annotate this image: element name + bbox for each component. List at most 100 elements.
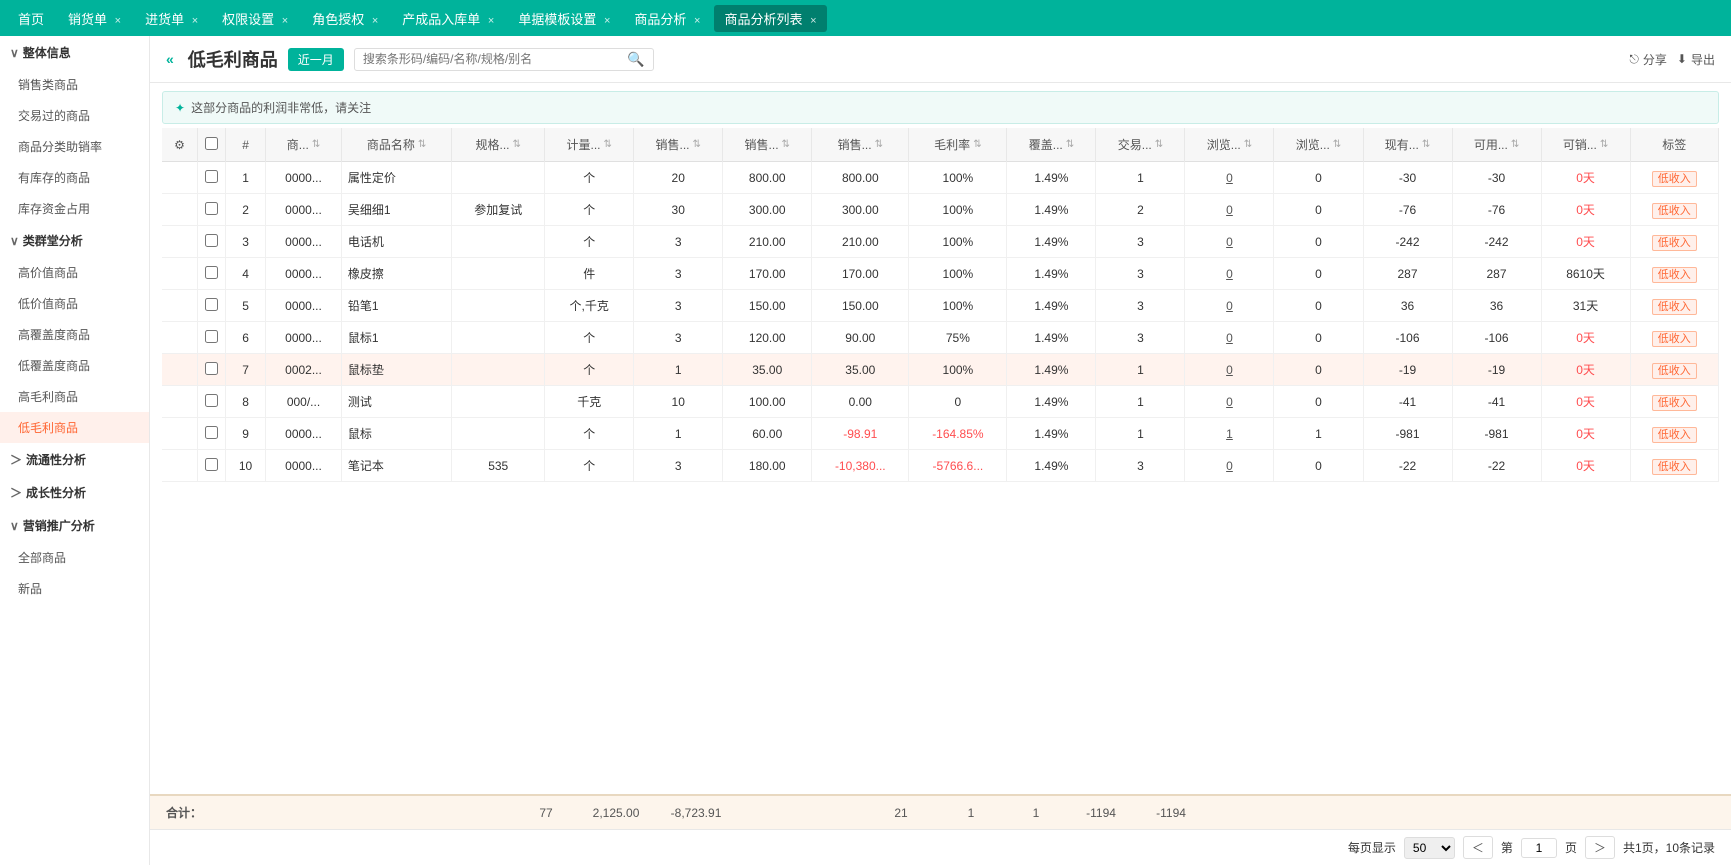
th-name[interactable]: 商品名称 ⇅	[341, 128, 451, 162]
nav-role-auth[interactable]: 角色授权 ×	[302, 5, 388, 32]
td-browse2: 0	[1274, 450, 1363, 482]
filter-recent-month-button[interactable]: 近一月	[288, 48, 344, 71]
td-gross-margin: -5766.6...	[909, 450, 1007, 482]
close-icon[interactable]: ×	[115, 15, 121, 27]
td-browse1[interactable]: 0	[1185, 322, 1274, 354]
td-checkbox[interactable]	[197, 418, 225, 450]
close-icon[interactable]: ×	[372, 15, 378, 27]
sidebar-item-high-coverage[interactable]: 高覆盖度商品	[0, 319, 149, 350]
sidebar-item-sales-products[interactable]: 销售类商品	[0, 69, 149, 100]
table-row: 6 0000... 鼠标1 个 3 120.00 90.00 75% 1.49%…	[162, 322, 1719, 354]
th-sales-price[interactable]: 销售... ⇅	[723, 128, 812, 162]
td-browse1[interactable]: 0	[1185, 258, 1274, 290]
prev-page-button[interactable]: ＜	[1463, 836, 1493, 859]
sidebar-item-traded-products[interactable]: 交易过的商品	[0, 100, 149, 131]
sidebar-item-all-products[interactable]: 全部商品	[0, 542, 149, 573]
sidebar-item-low-margin[interactable]: 低毛利商品	[0, 412, 149, 443]
nav-product-in[interactable]: 产成品入库单 ×	[392, 5, 504, 32]
th-spec[interactable]: 规格... ⇅	[452, 128, 545, 162]
select-all-checkbox[interactable]	[205, 137, 218, 150]
row-checkbox[interactable]	[205, 266, 218, 279]
td-browse1[interactable]: 0	[1185, 290, 1274, 322]
sidebar-item-category-rate[interactable]: 商品分类助销率	[0, 131, 149, 162]
td-browse1[interactable]: 0	[1185, 162, 1274, 194]
sidebar-item-high-value[interactable]: 高价值商品	[0, 257, 149, 288]
close-icon[interactable]: ×	[810, 15, 816, 27]
row-checkbox[interactable]	[205, 202, 218, 215]
notice-bar: ✦ 这部分商品的利润非常低，请关注	[162, 91, 1719, 124]
td-browse1[interactable]: 0	[1185, 450, 1274, 482]
th-current-stock[interactable]: 现有... ⇅	[1363, 128, 1452, 162]
td-browse1[interactable]: 0	[1185, 194, 1274, 226]
td-current-stock: -76	[1363, 194, 1452, 226]
th-no: #	[225, 128, 265, 162]
td-checkbox[interactable]	[197, 322, 225, 354]
th-sales-count[interactable]: 销售... ⇅	[634, 128, 723, 162]
td-checkbox[interactable]	[197, 258, 225, 290]
sidebar-group-marketing[interactable]: ∨ 营销推广分析	[0, 509, 149, 542]
td-checkbox[interactable]	[197, 386, 225, 418]
row-checkbox[interactable]	[205, 170, 218, 183]
export-button[interactable]: ⬇ 导出	[1677, 51, 1715, 68]
td-browse2: 0	[1274, 258, 1363, 290]
sidebar-item-stocked-products[interactable]: 有库存的商品	[0, 162, 149, 193]
close-icon[interactable]: ×	[694, 15, 700, 27]
th-settings[interactable]: ⚙	[162, 128, 197, 162]
nav-product-analysis[interactable]: 商品分析 ×	[624, 5, 710, 32]
nav-sales-order[interactable]: 销货单 ×	[58, 5, 131, 32]
row-checkbox[interactable]	[205, 394, 218, 407]
sidebar-group-cluster[interactable]: ∨ 类群堂分析	[0, 224, 149, 257]
close-icon[interactable]: ×	[488, 15, 494, 27]
arrow-icon: ∨	[10, 519, 19, 533]
sidebar-item-inventory-capital[interactable]: 库存资金占用	[0, 193, 149, 224]
collapse-button[interactable]: «	[166, 51, 174, 67]
row-checkbox[interactable]	[205, 330, 218, 343]
td-checkbox[interactable]	[197, 290, 225, 322]
td-checkbox[interactable]	[197, 354, 225, 386]
sidebar-item-low-coverage[interactable]: 低覆盖度商品	[0, 350, 149, 381]
close-icon[interactable]: ×	[192, 15, 198, 27]
sidebar-item-new-products[interactable]: 新品	[0, 573, 149, 604]
td-checkbox[interactable]	[197, 162, 225, 194]
next-page-button[interactable]: ＞	[1585, 836, 1615, 859]
sidebar-group-overall[interactable]: ∨ 整体信息	[0, 36, 149, 69]
row-checkbox[interactable]	[205, 458, 218, 471]
th-code[interactable]: 商... ⇅	[266, 128, 342, 162]
per-page-select[interactable]: 50 20 100	[1404, 837, 1455, 859]
row-checkbox[interactable]	[205, 298, 218, 311]
sidebar-group-circulation[interactable]: ＞ 流通性分析	[0, 443, 149, 476]
td-checkbox[interactable]	[197, 194, 225, 226]
sidebar-item-low-value[interactable]: 低价值商品	[0, 288, 149, 319]
arrow-icon: ＞	[10, 484, 22, 501]
nav-purchase-order[interactable]: 进货单 ×	[135, 5, 208, 32]
td-browse1[interactable]: 0	[1185, 226, 1274, 258]
th-unit[interactable]: 计量... ⇅	[545, 128, 634, 162]
td-checkbox[interactable]	[197, 450, 225, 482]
nav-permission-settings[interactable]: 权限设置 ×	[212, 5, 298, 32]
td-browse1[interactable]: 1	[1185, 418, 1274, 450]
search-input[interactable]	[363, 52, 624, 66]
page-input[interactable]	[1521, 838, 1557, 858]
row-checkbox[interactable]	[205, 362, 218, 375]
th-sales-profit[interactable]: 销售... ⇅	[812, 128, 909, 162]
close-icon[interactable]: ×	[604, 15, 610, 27]
th-browse1[interactable]: 浏览... ⇅	[1185, 128, 1274, 162]
row-checkbox[interactable]	[205, 234, 218, 247]
close-icon[interactable]: ×	[282, 15, 288, 27]
share-button[interactable]: ⎋ 分享	[1629, 51, 1667, 68]
row-checkbox[interactable]	[205, 426, 218, 439]
nav-product-analysis-list[interactable]: 商品分析列表 ×	[714, 5, 826, 32]
th-browse2[interactable]: 浏览... ⇅	[1274, 128, 1363, 162]
nav-home[interactable]: 首页	[8, 5, 54, 32]
th-coverage[interactable]: 覆盖... ⇅	[1007, 128, 1096, 162]
th-gross-margin[interactable]: 毛利率 ⇅	[909, 128, 1007, 162]
nav-template-settings[interactable]: 单据模板设置 ×	[508, 5, 620, 32]
sidebar-group-growth[interactable]: ＞ 成长性分析	[0, 476, 149, 509]
td-browse1[interactable]: 0	[1185, 354, 1274, 386]
sidebar-item-high-margin[interactable]: 高毛利商品	[0, 381, 149, 412]
td-browse1[interactable]: 0	[1185, 386, 1274, 418]
th-available[interactable]: 可用... ⇅	[1452, 128, 1541, 162]
th-saleable[interactable]: 可销... ⇅	[1541, 128, 1630, 162]
td-checkbox[interactable]	[197, 226, 225, 258]
th-transaction[interactable]: 交易... ⇅	[1096, 128, 1185, 162]
